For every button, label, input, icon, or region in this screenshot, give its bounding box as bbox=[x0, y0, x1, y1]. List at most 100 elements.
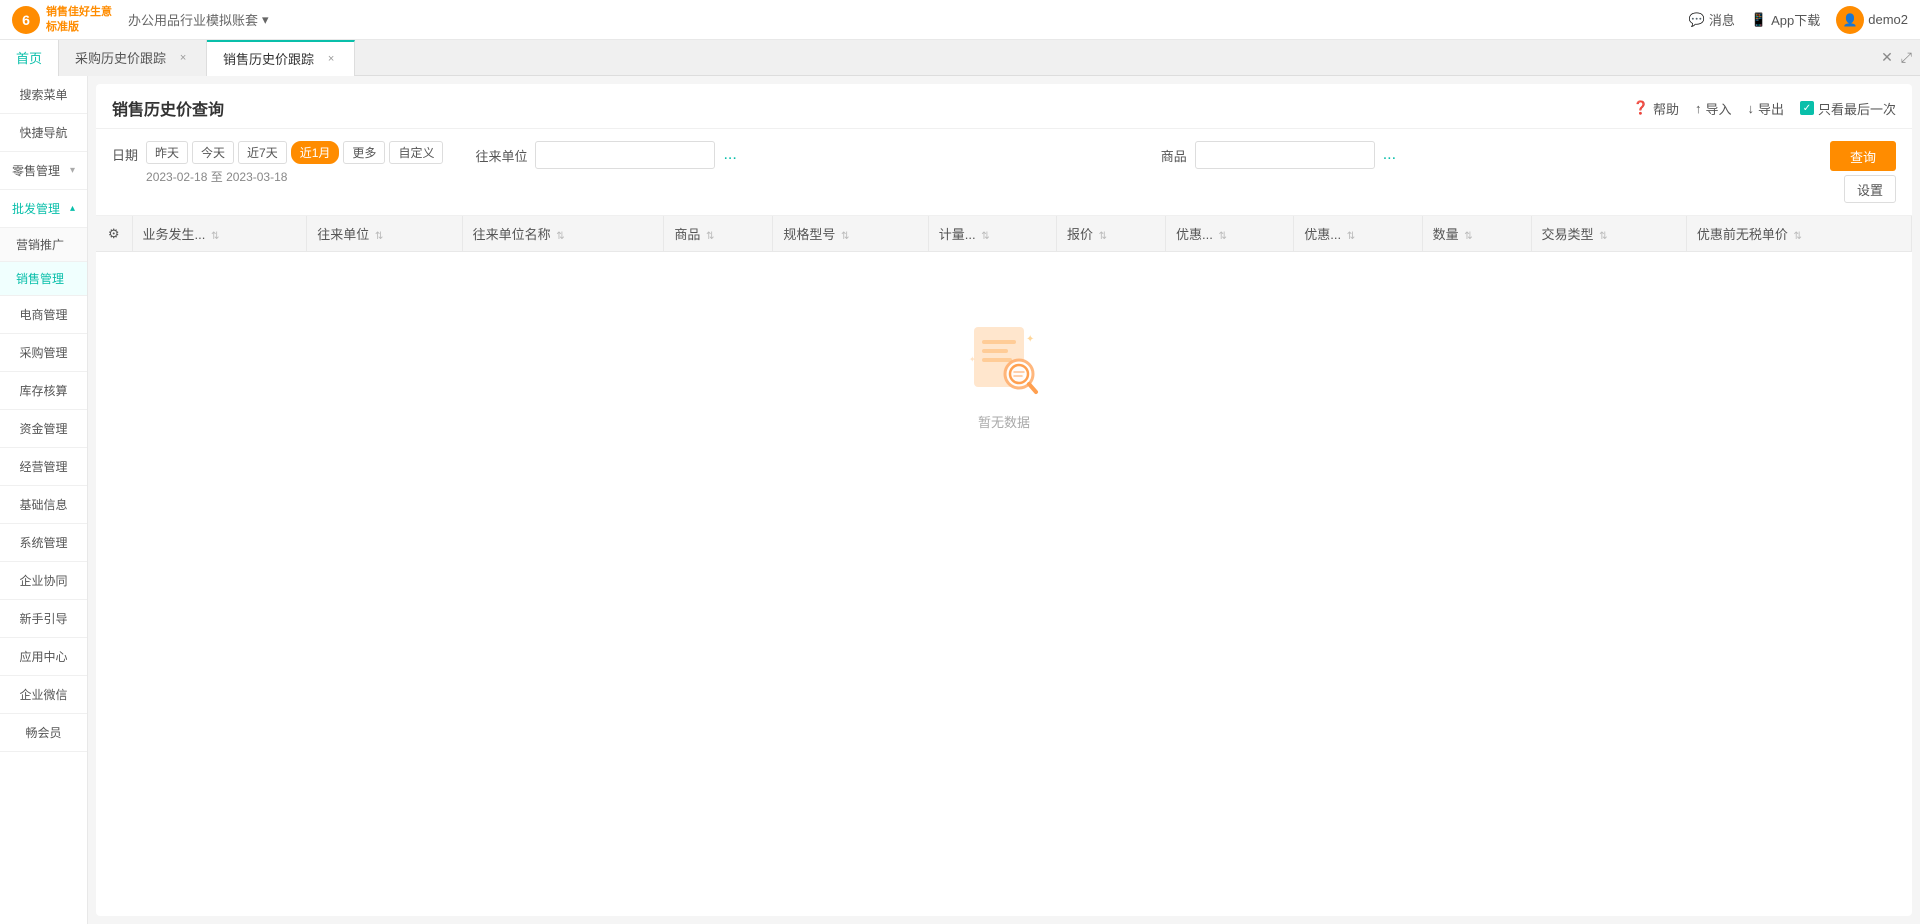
help-btn[interactable]: ❓ 帮助 bbox=[1633, 99, 1679, 118]
sort-icon: ⇅ bbox=[1464, 231, 1472, 242]
th-pre-tax[interactable]: 优惠前无税单价 ⇅ bbox=[1686, 216, 1911, 252]
sidebar-item-inventory[interactable]: 库存核算 bbox=[0, 372, 87, 410]
quick-nav-label: 快捷导航 bbox=[19, 124, 67, 141]
sidebar-item-search-menu[interactable]: 搜索菜单 bbox=[0, 76, 87, 114]
logo-text: 销售佳好生意 标准版 bbox=[46, 5, 112, 34]
date-filter-group: 日期 昨天 今天 近7天 近1月 更多 自定义 2023-02-18 至 202… bbox=[112, 141, 443, 185]
sidebar-item-purchase[interactable]: 采购管理 bbox=[0, 334, 87, 372]
import-icon: ↑ bbox=[1695, 101, 1702, 116]
tab-sales-label: 销售历史价跟踪 bbox=[223, 49, 314, 68]
sort-icon: ⇅ bbox=[1099, 231, 1107, 242]
sidebar-item-wholesale-mgmt[interactable]: 批发管理 ▴ bbox=[0, 190, 87, 228]
app-download-btn[interactable]: 📱 App下载 bbox=[1751, 10, 1820, 29]
sidebar-item-ecommerce[interactable]: 电商管理 bbox=[0, 296, 87, 334]
sidebar-item-system[interactable]: 系统管理 bbox=[0, 524, 87, 562]
download-icon: 📱 bbox=[1751, 12, 1767, 28]
th-biz-date[interactable]: 业务发生... ⇅ bbox=[132, 216, 307, 252]
empty-text: 暂无数据 bbox=[978, 412, 1030, 431]
svg-text:✦: ✦ bbox=[969, 355, 976, 364]
goods-dots-btn[interactable]: ... bbox=[1383, 146, 1396, 164]
counterpart-dots-btn[interactable]: ... bbox=[723, 146, 736, 164]
date-btn-today[interactable]: 今天 bbox=[192, 141, 234, 164]
header-right: 💬 消息 📱 App下载 👤 demo2 bbox=[1689, 6, 1908, 34]
sidebar-item-marketing[interactable]: 营销推广 bbox=[0, 228, 87, 262]
maximize-window-icon[interactable]: ⤢ bbox=[1901, 49, 1912, 66]
date-filter-label: 日期 bbox=[112, 141, 138, 164]
tab-bar-right: ✕ ⤢ bbox=[1881, 49, 1920, 66]
export-icon: ↓ bbox=[1747, 101, 1754, 116]
date-btn-more[interactable]: 更多 bbox=[343, 141, 385, 164]
th-quantity[interactable]: 数量 ⇅ bbox=[1422, 216, 1531, 252]
goods-input[interactable] bbox=[1195, 141, 1375, 169]
sidebar-item-basic-info[interactable]: 基础信息 bbox=[0, 486, 87, 524]
th-goods[interactable]: 商品 ⇅ bbox=[664, 216, 773, 252]
close-window-icon[interactable]: ✕ bbox=[1881, 49, 1893, 66]
tab-purchase-close[interactable]: × bbox=[176, 51, 190, 65]
main-layout: 搜索菜单 快捷导航 零售管理 ▾ 批发管理 ▴ 营销推广 销售管理 电商管理 采… bbox=[0, 76, 1920, 924]
sidebar-item-wechat[interactable]: 企业微信 bbox=[0, 676, 87, 714]
counterpart-input[interactable] bbox=[535, 141, 715, 169]
search-menu-label: 搜索菜单 bbox=[19, 86, 67, 103]
th-discount2[interactable]: 优惠... ⇅ bbox=[1294, 216, 1422, 252]
th-settings[interactable]: ⚙ bbox=[96, 216, 132, 252]
company-dropdown[interactable]: 办公用品行业模拟账套 ▾ bbox=[120, 6, 277, 33]
date-option-row: 昨天 今天 近7天 近1月 更多 自定义 bbox=[146, 141, 443, 164]
th-spec[interactable]: 规格型号 ⇅ bbox=[773, 216, 928, 252]
sidebar-item-enterprise[interactable]: 企业协同 bbox=[0, 562, 87, 600]
date-btn-yesterday[interactable]: 昨天 bbox=[146, 141, 188, 164]
tab-purchase-label: 采购历史价跟踪 bbox=[75, 48, 166, 67]
sidebar-item-retail-mgmt[interactable]: 零售管理 ▾ bbox=[0, 152, 87, 190]
sidebar-item-quick-nav[interactable]: 快捷导航 bbox=[0, 114, 87, 152]
date-btn-1month[interactable]: 近1月 bbox=[291, 141, 340, 164]
date-range-text: 2023-02-18 至 2023-03-18 bbox=[146, 168, 443, 185]
tab-home[interactable]: 首页 bbox=[0, 40, 59, 76]
filter-right-actions: 查询 设置 bbox=[1830, 141, 1896, 203]
th-unit[interactable]: 计量... ⇅ bbox=[928, 216, 1056, 252]
user-avatar[interactable]: 👤 demo2 bbox=[1836, 6, 1908, 34]
sidebar-item-operations[interactable]: 经营管理 bbox=[0, 448, 87, 486]
page-header-actions: ❓ 帮助 ↑ 导入 ↓ 导出 ✓ 只看最后一次 bbox=[1633, 99, 1896, 118]
sidebar-item-guide[interactable]: 新手引导 bbox=[0, 600, 87, 638]
query-button[interactable]: 查询 bbox=[1830, 141, 1896, 171]
sort-icon: ⇅ bbox=[1218, 231, 1226, 242]
goods-filter-group: 商品 ... bbox=[1161, 141, 1814, 169]
chevron-down-icon: ▴ bbox=[70, 203, 75, 214]
th-discount1[interactable]: 优惠... ⇅ bbox=[1165, 216, 1293, 252]
empty-state: ✦ ✦ 暂无数据 bbox=[96, 252, 1912, 491]
svg-text:✦: ✦ bbox=[1026, 334, 1034, 345]
sort-icon: ⇅ bbox=[981, 231, 989, 242]
sidebar-item-app-center[interactable]: 应用中心 bbox=[0, 638, 87, 676]
tab-purchase-history[interactable]: 采购历史价跟踪 × bbox=[59, 40, 207, 76]
only-last-checkbox-label[interactable]: ✓ 只看最后一次 bbox=[1800, 99, 1896, 118]
checkbox-checked-icon: ✓ bbox=[1800, 101, 1814, 115]
settings-button[interactable]: 设置 bbox=[1844, 175, 1896, 203]
help-icon: ❓ bbox=[1633, 100, 1649, 116]
wholesale-mgmt-label: 批发管理 bbox=[12, 200, 60, 217]
th-trade-type[interactable]: 交易类型 ⇅ bbox=[1531, 216, 1686, 252]
table-area: ⚙ 业务发生... ⇅ 往来单位 ⇅ 往来单位名称 bbox=[96, 216, 1912, 916]
export-btn[interactable]: ↓ 导出 bbox=[1747, 99, 1784, 118]
header-left: 6 销售佳好生意 标准版 办公用品行业模拟账套 ▾ bbox=[12, 5, 277, 34]
goods-label: 商品 bbox=[1161, 146, 1187, 165]
empty-illustration: ✦ ✦ bbox=[954, 312, 1054, 412]
sort-icon: ⇅ bbox=[375, 231, 383, 242]
import-btn[interactable]: ↑ 导入 bbox=[1695, 99, 1732, 118]
th-counterpart[interactable]: 往来单位 ⇅ bbox=[307, 216, 462, 252]
page-header: 销售历史价查询 ❓ 帮助 ↑ 导入 ↓ 导出 ✓ bbox=[96, 84, 1912, 129]
th-quote[interactable]: 报价 ⇅ bbox=[1057, 216, 1166, 252]
retail-mgmt-label: 零售管理 bbox=[12, 162, 60, 179]
th-counterpart-name[interactable]: 往来单位名称 ⇅ bbox=[462, 216, 664, 252]
sidebar-item-finance[interactable]: 资金管理 bbox=[0, 410, 87, 448]
sidebar-item-vip[interactable]: 畅会员 bbox=[0, 714, 87, 752]
date-btn-7days[interactable]: 近7天 bbox=[238, 141, 287, 164]
date-btn-custom[interactable]: 自定义 bbox=[389, 141, 443, 164]
sidebar-item-sales-mgmt[interactable]: 销售管理 bbox=[0, 262, 87, 296]
date-options: 昨天 今天 近7天 近1月 更多 自定义 2023-02-18 至 2023-0… bbox=[146, 141, 443, 185]
sort-icon: ⇅ bbox=[556, 231, 564, 242]
tab-sales-history[interactable]: 销售历史价跟踪 × bbox=[207, 40, 355, 76]
page-title: 销售历史价查询 bbox=[112, 96, 224, 120]
sort-icon: ⇅ bbox=[706, 231, 714, 242]
tab-sales-close[interactable]: × bbox=[324, 52, 338, 66]
message-btn[interactable]: 💬 消息 bbox=[1689, 10, 1735, 29]
sort-icon: ⇅ bbox=[841, 231, 849, 242]
